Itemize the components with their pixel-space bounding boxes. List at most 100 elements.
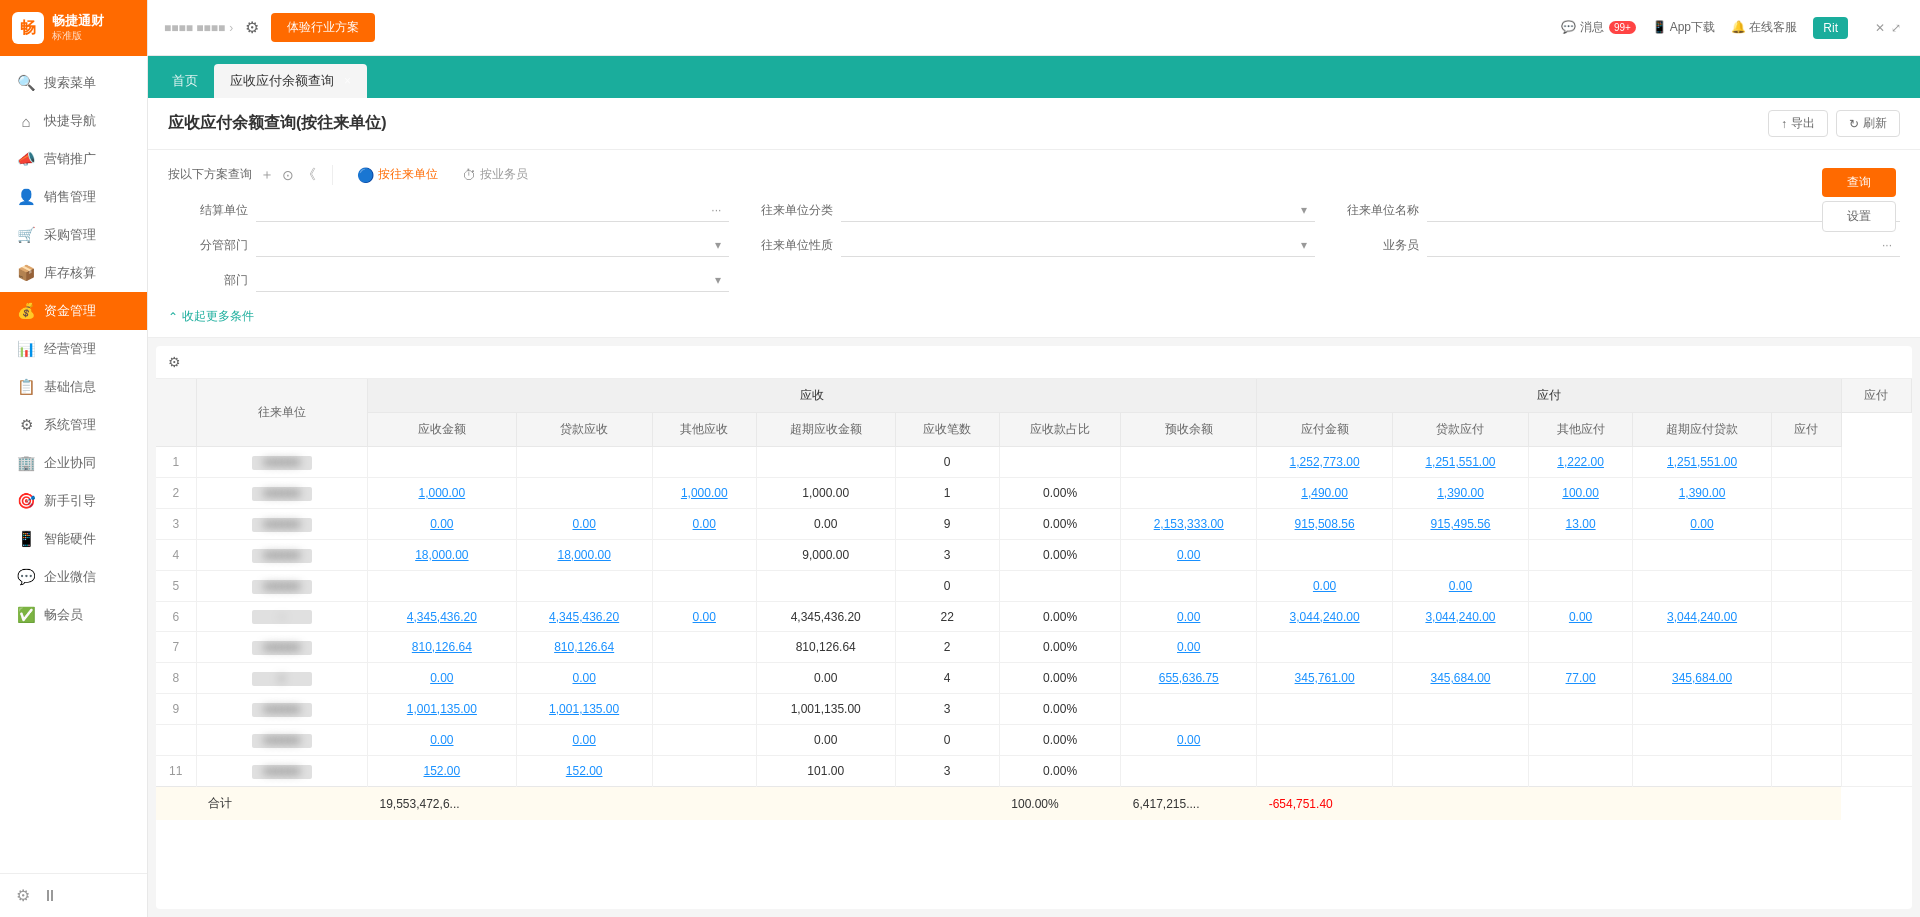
unit-category-select[interactable]: ▾ (841, 199, 1314, 222)
sidebar: 畅 畅捷通财 标准版 🔍 搜索菜单 ⌂快捷导航 📣 营销推广 👤销售管理🛒采购管理📦库存核… (0, 0, 148, 917)
col-unit-header: 往来单位 (196, 379, 367, 447)
footer-ar-ratio: 100.00% (999, 787, 1120, 821)
table-body: 1■■■■■■01,252,773.001,251,551.001,222.00… (156, 447, 1912, 787)
unit-cell: ■■■■■■ (196, 571, 367, 602)
sidebar-item-capital[interactable]: 💰资金管理 (0, 292, 147, 330)
tab-home[interactable]: 首页 (156, 64, 214, 98)
user-avatar[interactable]: Rit (1813, 17, 1848, 39)
footer-ap-amount[interactable]: -654,751.40 (1257, 787, 1393, 821)
filter-dept-manager: 分管部门 ▾ (168, 234, 729, 257)
unit-nature-select[interactable]: ▾ (841, 234, 1314, 257)
salesperson-dots[interactable]: ··· (1882, 238, 1892, 252)
settlement-unit-dots[interactable]: ··· (711, 203, 721, 217)
col-ap-overdue-header: 超期应付贷款 (1633, 413, 1772, 447)
breadcrumb: ■■■■ ■■■■ › (164, 21, 233, 35)
dept-manager-select[interactable]: ▾ (256, 234, 729, 257)
sidebar-item-label-hardware: 智能硬件 (44, 530, 96, 548)
search-icon: 🔍 (16, 74, 36, 92)
enterprise-icon: 🏢 (16, 454, 36, 472)
filter-scheme-by-staff[interactable]: ⏱ 按业务员 (454, 162, 536, 187)
table-group-header-row: 往来单位 应收 应付 应付 (156, 379, 1912, 413)
scheme-by-unit-label: 按往来单位 (378, 166, 438, 183)
filter-add-btn[interactable]: ＋ (260, 166, 274, 184)
marketing-icon: 📣 (16, 150, 36, 168)
sidebar-item-purchase[interactable]: 🛒采购管理 (0, 216, 147, 254)
sidebar-item-sales[interactable]: 👤销售管理 (0, 178, 147, 216)
online-support-btn[interactable]: 🔔 在线客服 (1731, 19, 1797, 36)
notifications-btn[interactable]: 💬 消息 99+ (1561, 19, 1636, 36)
filter-arrow-btn[interactable]: 《 (302, 166, 316, 184)
main-area: ■■■■ ■■■■ › ⚙ 体验行业方案 💬 消息 99+ 📱 App下载 🔔 … (148, 0, 1920, 917)
filter-settings-icon[interactable]: ⊙ (282, 167, 294, 183)
col-ar-other-header: 其他应收 (652, 413, 756, 447)
sidebar-item-label-marketing: 营销推广 (44, 150, 96, 168)
col-ar-prepay-header: 预收余额 (1121, 413, 1257, 447)
system-icon: ⚙ (16, 416, 36, 434)
sidebar-item-label-search: 搜索菜单 (44, 74, 96, 92)
unit-cell: ■■■■■■ (196, 756, 367, 787)
dept-select[interactable]: ▾ (256, 269, 729, 292)
sidebar-item-label-member: 畅会员 (44, 606, 83, 624)
close-window-btn[interactable]: ✕ (1872, 20, 1888, 36)
table-row: 1■■■■■■01,252,773.001,251,551.001,222.00… (156, 447, 1912, 478)
footer-ap-other (1528, 787, 1632, 821)
footer-ar-amount[interactable]: 19,553,472,6... (367, 787, 516, 821)
sidebar-item-system[interactable]: ⚙系统管理 (0, 406, 147, 444)
table-settings-icon[interactable]: ⚙ (168, 354, 181, 370)
unit-cell: ～ (196, 602, 367, 632)
solution-btn[interactable]: 体验行业方案 (271, 13, 375, 42)
table-row: 2■■■■■■1,000.001,000.001,000.0010.00%1,4… (156, 478, 1912, 509)
footer-ap-loan (1393, 787, 1529, 821)
filter-area: 按以下方案查询 ＋ ⊙ 《 🔵 按往来单位 ⏱ 按业务员 (148, 150, 1920, 338)
hardware-icon: 📱 (16, 530, 36, 548)
sidebar-item-label-operation: 经营管理 (44, 340, 96, 358)
filter-label: 按以下方案查询 (168, 166, 252, 183)
table-row: 11■■■■■■152.00152.00101.0030.00% (156, 756, 1912, 787)
sidebar-item-search[interactable]: 🔍 搜索菜单 (0, 64, 147, 102)
top-settings-icon[interactable]: ⚙ (245, 18, 259, 37)
capital-icon: 💰 (16, 302, 36, 320)
sidebar-item-guide[interactable]: 🎯新手引导 (0, 482, 147, 520)
dept-arrow-icon: ▾ (715, 273, 721, 287)
sidebar-item-quick-nav[interactable]: ⌂快捷导航 (0, 102, 147, 140)
sidebar-item-member[interactable]: ✅ 畅会员 (0, 596, 147, 634)
logo-sub: 标准版 (52, 29, 104, 43)
content-area: 应收应付余额查询(按往来单位) ↑ 导出 ↻ 刷新 按以下方案查询 ＋ (148, 98, 1920, 917)
quick-nav-icon: ⌂ (16, 113, 36, 130)
basic-icon: 📋 (16, 378, 36, 396)
main-table: 往来单位 应收 应付 应付 应收金额 贷款应收 其他应收 超期应收金额 应收笔数 (156, 379, 1912, 820)
settings-page-btn[interactable]: 设置 (1822, 201, 1896, 232)
sidebar-item-enterprise[interactable]: 🏢企业协同 (0, 444, 147, 482)
filter-unit-nature: 往来单位性质 ▾ (753, 234, 1314, 257)
app-download-btn[interactable]: 📱 App下载 (1652, 19, 1715, 36)
app-logo: 畅 畅捷通财 标准版 (0, 0, 147, 56)
sidebar-item-basic[interactable]: 📋基础信息 (0, 368, 147, 406)
unit-cell: ■■■■■■ (196, 509, 367, 540)
tab-close-btn[interactable]: × (344, 74, 351, 88)
maximize-window-btn[interactable]: ⤢ (1888, 20, 1904, 36)
collapse-more-btn[interactable]: ⌃ 收起更多条件 (168, 308, 254, 325)
collapse-sidebar-btn[interactable]: ⏸ (42, 887, 58, 905)
footer-ar-prepay[interactable]: 6,417,215.... (1121, 787, 1257, 821)
guide-icon: 🎯 (16, 492, 36, 510)
sidebar-item-hardware[interactable]: 📱 智能硬件 (0, 520, 147, 558)
sidebar-item-wechat[interactable]: 💬企业微信 (0, 558, 147, 596)
sidebar-item-marketing[interactable]: 📣 营销推广 (0, 140, 147, 178)
filter-dept: 部门 ▾ (168, 269, 729, 292)
settings-footer-icon[interactable]: ⚙ (16, 886, 30, 905)
member-icon: ✅ (16, 606, 36, 624)
tab-ar-ap[interactable]: 应收应付余额查询 × (214, 64, 367, 98)
col-ar-loan-header: 贷款应收 (516, 413, 652, 447)
sidebar-item-operation[interactable]: 📊经营管理 (0, 330, 147, 368)
sidebar-footer: ⚙ ⏸ (0, 873, 147, 917)
query-btn[interactable]: 查询 (1822, 168, 1896, 197)
sidebar-item-inventory[interactable]: 📦库存核算 (0, 254, 147, 292)
footer-ap-suffix (1771, 787, 1841, 821)
table-col-header-row: 应收金额 贷款应收 其他应收 超期应收金额 应收笔数 应收款占比 预收余额 应付… (156, 413, 1912, 447)
refresh-icon: ↻ (1849, 117, 1859, 131)
group-ar-header: 应收 (367, 379, 1256, 413)
refresh-btn[interactable]: ↻ 刷新 (1836, 110, 1900, 137)
top-bar: ■■■■ ■■■■ › ⚙ 体验行业方案 💬 消息 99+ 📱 App下载 🔔 … (148, 0, 1920, 56)
filter-scheme-by-unit[interactable]: 🔵 按往来单位 (349, 162, 446, 187)
export-btn[interactable]: ↑ 导出 (1768, 110, 1828, 137)
